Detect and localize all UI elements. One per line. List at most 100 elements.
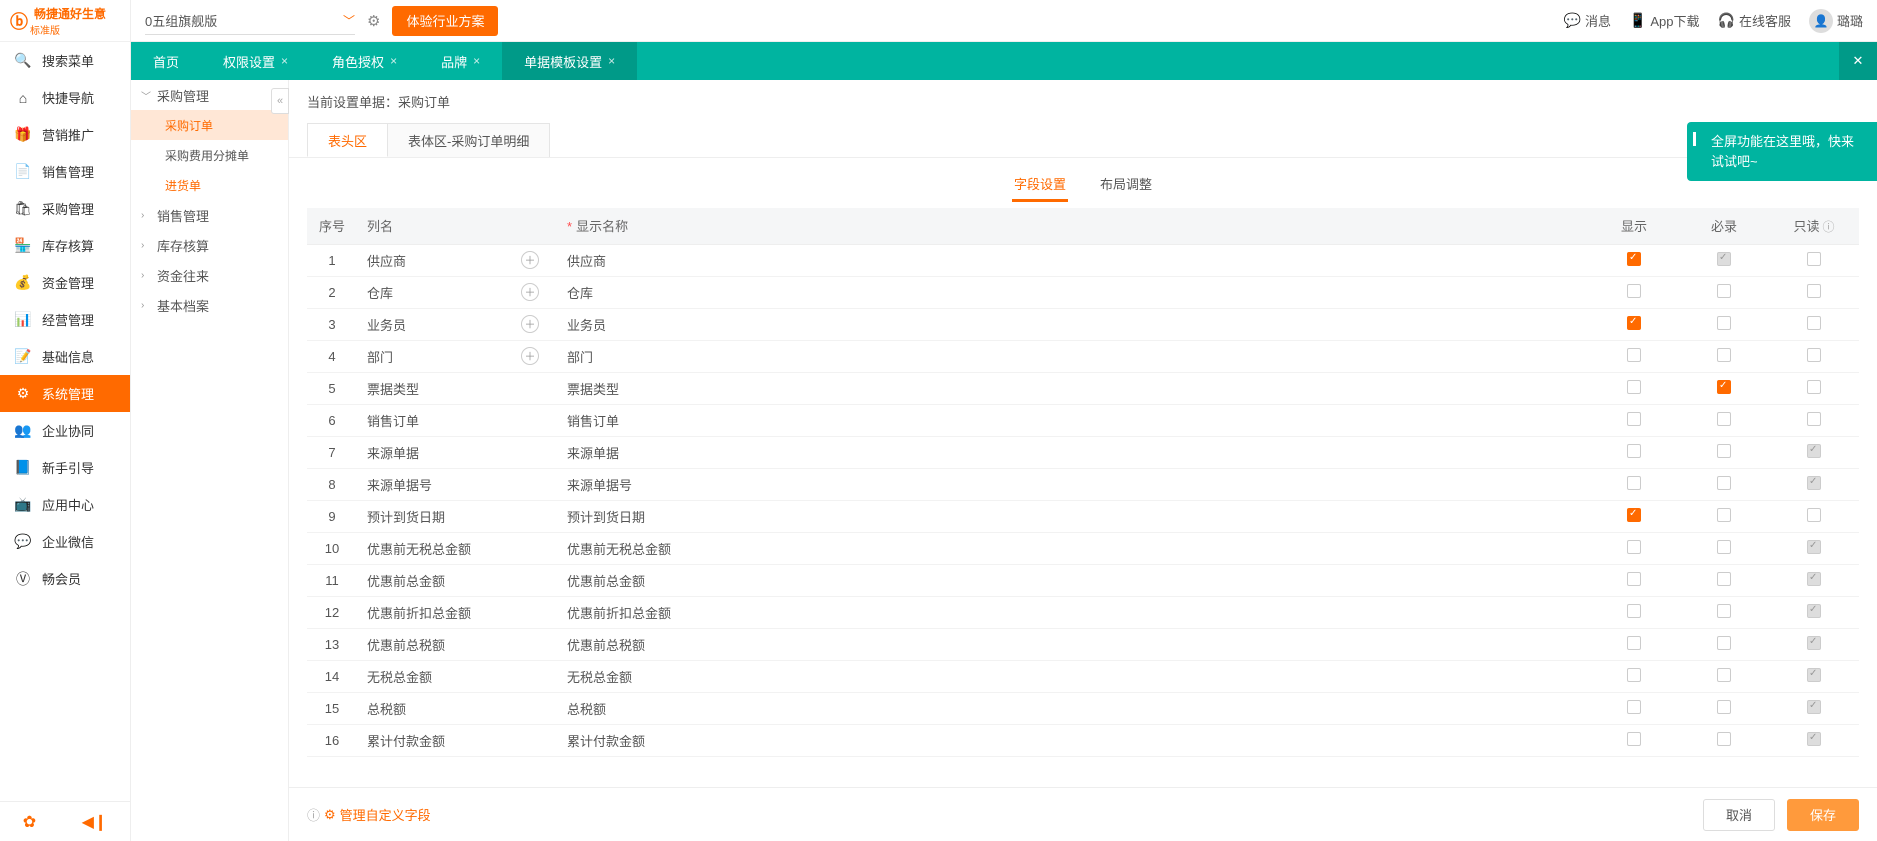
checkbox[interactable] — [1717, 316, 1731, 330]
checkbox[interactable] — [1627, 636, 1641, 650]
cell-disp[interactable]: 来源单据 — [557, 436, 1589, 468]
nav-item-2[interactable]: 🎁营销推广 — [0, 116, 130, 153]
nav-item-14[interactable]: Ⓥ畅会员 — [0, 560, 130, 597]
checkbox[interactable] — [1627, 252, 1641, 266]
midtab-1[interactable]: 布局调整 — [1098, 168, 1154, 202]
close-all-tabs[interactable]: ✕ — [1839, 42, 1877, 80]
checkbox[interactable] — [1717, 476, 1731, 490]
cell-disp[interactable]: 优惠前无税总金额 — [557, 532, 1589, 564]
checkbox[interactable] — [1717, 348, 1731, 362]
checkbox[interactable] — [1717, 444, 1731, 458]
tree-group-1[interactable]: ›销售管理 — [131, 200, 288, 230]
trial-button[interactable]: 体验行业方案 — [392, 6, 498, 36]
checkbox[interactable] — [1627, 284, 1641, 298]
nav-item-12[interactable]: 📺应用中心 — [0, 486, 130, 523]
help-icon[interactable]: ⓘ — [1823, 220, 1835, 234]
checkbox[interactable] — [1717, 284, 1731, 298]
close-icon[interactable]: × — [473, 54, 480, 68]
nav-item-1[interactable]: ⌂快捷导航 — [0, 79, 130, 116]
user-menu[interactable]: 👤璐璐 — [1809, 9, 1863, 33]
cell-disp[interactable]: 优惠前折扣总金额 — [557, 596, 1589, 628]
tab-0[interactable]: 首页 — [131, 42, 201, 80]
nav-item-6[interactable]: 💰资金管理 — [0, 264, 130, 301]
app-download-link[interactable]: 📱App下载 — [1629, 11, 1700, 30]
nav-item-0[interactable]: 🔍搜索菜单 — [0, 42, 130, 79]
checkbox[interactable] — [1807, 508, 1821, 522]
checkbox[interactable] — [1717, 700, 1731, 714]
cell-disp[interactable]: 累计付款金额 — [557, 724, 1589, 756]
plus-icon[interactable]: ＋ — [521, 347, 539, 365]
checkbox[interactable] — [1717, 412, 1731, 426]
subtab-0[interactable]: 表头区 — [307, 123, 388, 157]
tree-group-2[interactable]: ›库存核算 — [131, 230, 288, 260]
tab-2[interactable]: 角色授权× — [310, 42, 419, 80]
checkbox[interactable] — [1807, 412, 1821, 426]
checkbox[interactable] — [1627, 572, 1641, 586]
cell-disp[interactable]: 总税额 — [557, 692, 1589, 724]
checkbox[interactable] — [1627, 604, 1641, 618]
checkbox[interactable] — [1627, 508, 1641, 522]
tree-group-3[interactable]: ›资金往来 — [131, 260, 288, 290]
checkbox[interactable] — [1717, 380, 1731, 394]
cell-disp[interactable]: 供应商 — [557, 244, 1589, 276]
checkbox[interactable] — [1807, 284, 1821, 298]
cancel-button[interactable]: 取消 — [1703, 799, 1775, 831]
checkbox[interactable] — [1717, 636, 1731, 650]
tab-4[interactable]: 单据模板设置× — [502, 42, 637, 80]
checkbox[interactable] — [1807, 316, 1821, 330]
cell-disp[interactable]: 优惠前总税额 — [557, 628, 1589, 660]
tree-group-0[interactable]: ﹀采购管理 — [131, 80, 288, 110]
close-icon[interactable]: × — [390, 54, 397, 68]
org-select[interactable]: 0五组旗舰版 ﹀ — [145, 7, 355, 35]
cell-disp[interactable]: 优惠前总金额 — [557, 564, 1589, 596]
cell-disp[interactable]: 无税总金额 — [557, 660, 1589, 692]
cell-disp[interactable]: 业务员 — [557, 308, 1589, 340]
tree-item-0-0[interactable]: 采购订单 — [131, 110, 288, 140]
tab-1[interactable]: 权限设置× — [201, 42, 310, 80]
tree-item-0-2[interactable]: 进货单 — [131, 170, 288, 200]
tab-3[interactable]: 品牌× — [419, 42, 502, 80]
checkbox[interactable] — [1807, 252, 1821, 266]
checkbox[interactable] — [1807, 380, 1821, 394]
nav-item-3[interactable]: 📄销售管理 — [0, 153, 130, 190]
subtab-1[interactable]: 表体区-采购订单明细 — [387, 123, 550, 157]
checkbox[interactable] — [1627, 668, 1641, 682]
nav-item-5[interactable]: 🏪库存核算 — [0, 227, 130, 264]
tree-collapse-icon[interactable]: « — [271, 88, 289, 114]
cell-disp[interactable]: 预计到货日期 — [557, 500, 1589, 532]
checkbox[interactable] — [1717, 540, 1731, 554]
checkbox[interactable] — [1807, 348, 1821, 362]
tree-item-0-1[interactable]: 采购费用分摊单 — [131, 140, 288, 170]
collapse-icon[interactable]: ◀❙ — [82, 812, 108, 832]
cell-disp[interactable]: 仓库 — [557, 276, 1589, 308]
checkbox[interactable] — [1627, 700, 1641, 714]
nav-item-8[interactable]: 📝基础信息 — [0, 338, 130, 375]
checkbox[interactable] — [1717, 572, 1731, 586]
checkbox[interactable] — [1627, 540, 1641, 554]
nav-item-11[interactable]: 📘新手引导 — [0, 449, 130, 486]
plus-icon[interactable]: ＋ — [521, 251, 539, 269]
nav-item-4[interactable]: 🛍采购管理 — [0, 190, 130, 227]
checkbox[interactable] — [1717, 668, 1731, 682]
cell-disp[interactable]: 来源单据号 — [557, 468, 1589, 500]
checkbox[interactable] — [1627, 476, 1641, 490]
midtab-0[interactable]: 字段设置 — [1012, 168, 1068, 202]
close-icon[interactable]: × — [281, 54, 288, 68]
settings-icon[interactable]: ✿ — [23, 812, 36, 832]
plus-icon[interactable]: ＋ — [521, 283, 539, 301]
checkbox[interactable] — [1627, 444, 1641, 458]
nav-item-7[interactable]: 📊经营管理 — [0, 301, 130, 338]
cell-disp[interactable]: 部门 — [557, 340, 1589, 372]
messages-link[interactable]: 💬消息 — [1564, 11, 1611, 30]
checkbox[interactable] — [1717, 604, 1731, 618]
checkbox[interactable] — [1717, 508, 1731, 522]
checkbox[interactable] — [1627, 412, 1641, 426]
customer-service-link[interactable]: 🎧在线客服 — [1718, 11, 1791, 30]
gear-icon[interactable]: ⚙ — [367, 12, 380, 30]
plus-icon[interactable]: ＋ — [521, 315, 539, 333]
tree-group-4[interactable]: ›基本档案 — [131, 290, 288, 320]
save-button[interactable]: 保存 — [1787, 799, 1859, 831]
nav-item-10[interactable]: 👥企业协同 — [0, 412, 130, 449]
checkbox[interactable] — [1717, 732, 1731, 746]
checkbox[interactable] — [1627, 732, 1641, 746]
